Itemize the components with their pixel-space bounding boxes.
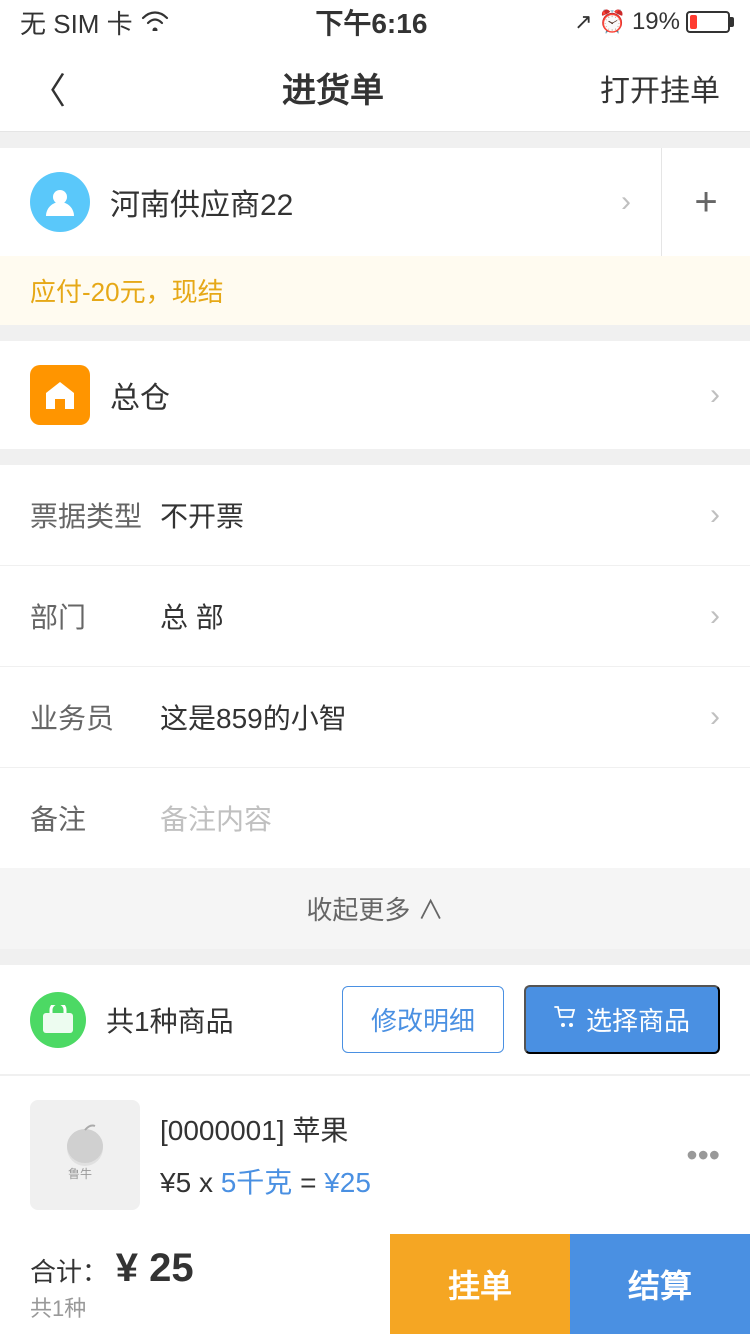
svg-text:鲁牛: 鲁牛 bbox=[68, 1166, 92, 1181]
price-unit: ¥5 bbox=[160, 1167, 191, 1198]
product-thumbnail: 鲁牛 bbox=[30, 1100, 140, 1210]
product-name: [0000001] 苹果 bbox=[160, 1109, 666, 1149]
remark-placeholder: 备注内容 bbox=[160, 798, 720, 838]
battery-icon bbox=[686, 11, 730, 33]
form-row-salesman[interactable]: 业务员 这是859的小智 › bbox=[0, 667, 750, 768]
multiply-sign: x bbox=[199, 1167, 221, 1198]
product-total: ¥25 bbox=[324, 1167, 371, 1198]
chevron-right-icon: › bbox=[710, 498, 720, 532]
form-row-invoice[interactable]: 票据类型 不开票 › bbox=[0, 465, 750, 566]
form-section: 票据类型 不开票 › 部门 总 部 › 业务员 这是859的小智 › 备注 备注… bbox=[0, 465, 750, 868]
select-product-label: 选择商品 bbox=[586, 1001, 690, 1038]
supplier-avatar bbox=[30, 172, 90, 232]
battery-percent: 19% bbox=[632, 8, 680, 36]
alarm-icon: ⏰ bbox=[599, 9, 626, 35]
location-icon: ↗ bbox=[574, 9, 592, 35]
chevron-right-icon: › bbox=[621, 185, 631, 219]
supplier-name: 河南供应商22 bbox=[110, 180, 621, 224]
cart-icon bbox=[554, 1004, 578, 1035]
time-label: 下午6:16 bbox=[315, 2, 427, 42]
status-left: 无 SIM 卡 bbox=[20, 4, 169, 41]
product-price: ¥5 x 5千克 = ¥25 bbox=[160, 1161, 666, 1201]
supplier-row[interactable]: 河南供应商22 › bbox=[0, 148, 662, 256]
product-info: [0000001] 苹果 ¥5 x 5千克 = ¥25 bbox=[160, 1109, 666, 1201]
form-row-remark[interactable]: 备注 备注内容 bbox=[0, 768, 750, 868]
open-hang-button[interactable]: 打开挂单 bbox=[600, 66, 720, 110]
product-count-icon bbox=[30, 992, 86, 1048]
add-supplier-button[interactable]: + bbox=[662, 148, 750, 256]
more-options-button[interactable]: ••• bbox=[686, 1137, 720, 1174]
page-title: 进货单 bbox=[282, 63, 384, 112]
payable-note: 应付-20元，现结 bbox=[0, 256, 750, 325]
carrier-label: 无 SIM 卡 bbox=[20, 4, 133, 41]
wifi-icon bbox=[141, 7, 169, 38]
main-content: 河南供应商22 › + 应付-20元，现结 总仓 › 票据类型 不开票 › 部门… bbox=[0, 148, 750, 1334]
remark-label: 备注 bbox=[30, 798, 160, 838]
product-header: 共1种商品 修改明细 选择商品 bbox=[0, 965, 750, 1074]
chevron-right-icon: › bbox=[710, 599, 720, 633]
total-sub: 共1种 bbox=[30, 1291, 360, 1323]
status-right: ↗ ⏰ 19% bbox=[574, 8, 730, 36]
collapse-button[interactable]: 收起更多 ∧ bbox=[0, 868, 750, 949]
product-item: 鲁牛 [0000001] 苹果 ¥5 x 5千克 = ¥25 ••• bbox=[0, 1076, 750, 1234]
total-label: 合计： bbox=[30, 1257, 108, 1287]
invoice-value: 不开票 bbox=[160, 495, 710, 535]
warehouse-icon bbox=[30, 365, 90, 425]
invoice-label: 票据类型 bbox=[30, 495, 160, 535]
department-label: 部门 bbox=[30, 596, 160, 636]
chevron-right-icon: › bbox=[710, 378, 720, 412]
total-section: 合计： ¥ 25 共1种 bbox=[0, 1246, 390, 1323]
hang-button[interactable]: 挂单 bbox=[390, 1234, 570, 1334]
select-product-button[interactable]: 选择商品 bbox=[524, 985, 720, 1054]
salesman-label: 业务员 bbox=[30, 697, 160, 737]
bottom-bar: 合计： ¥ 25 共1种 挂单 结算 bbox=[0, 1234, 750, 1334]
product-count-text: 共1种商品 bbox=[106, 1000, 322, 1040]
supplier-section: 河南供应商22 › + bbox=[0, 148, 750, 256]
warehouse-name: 总仓 bbox=[110, 373, 710, 417]
back-button[interactable]: 〈 bbox=[30, 62, 66, 114]
department-value: 总 部 bbox=[160, 596, 710, 636]
edit-detail-button[interactable]: 修改明细 bbox=[342, 986, 504, 1053]
nav-bar: 〈 进货单 打开挂单 bbox=[0, 44, 750, 132]
settle-button[interactable]: 结算 bbox=[570, 1234, 750, 1334]
total-amount: ¥ 25 bbox=[116, 1246, 194, 1290]
product-qty: 5千克 bbox=[221, 1167, 293, 1198]
warehouse-section[interactable]: 总仓 › bbox=[0, 341, 750, 449]
salesman-value: 这是859的小智 bbox=[160, 697, 710, 737]
form-row-department[interactable]: 部门 总 部 › bbox=[0, 566, 750, 667]
equals-sign: = bbox=[300, 1167, 324, 1198]
chevron-right-icon: › bbox=[710, 700, 720, 734]
status-bar: 无 SIM 卡 下午6:16 ↗ ⏰ 19% bbox=[0, 0, 750, 44]
